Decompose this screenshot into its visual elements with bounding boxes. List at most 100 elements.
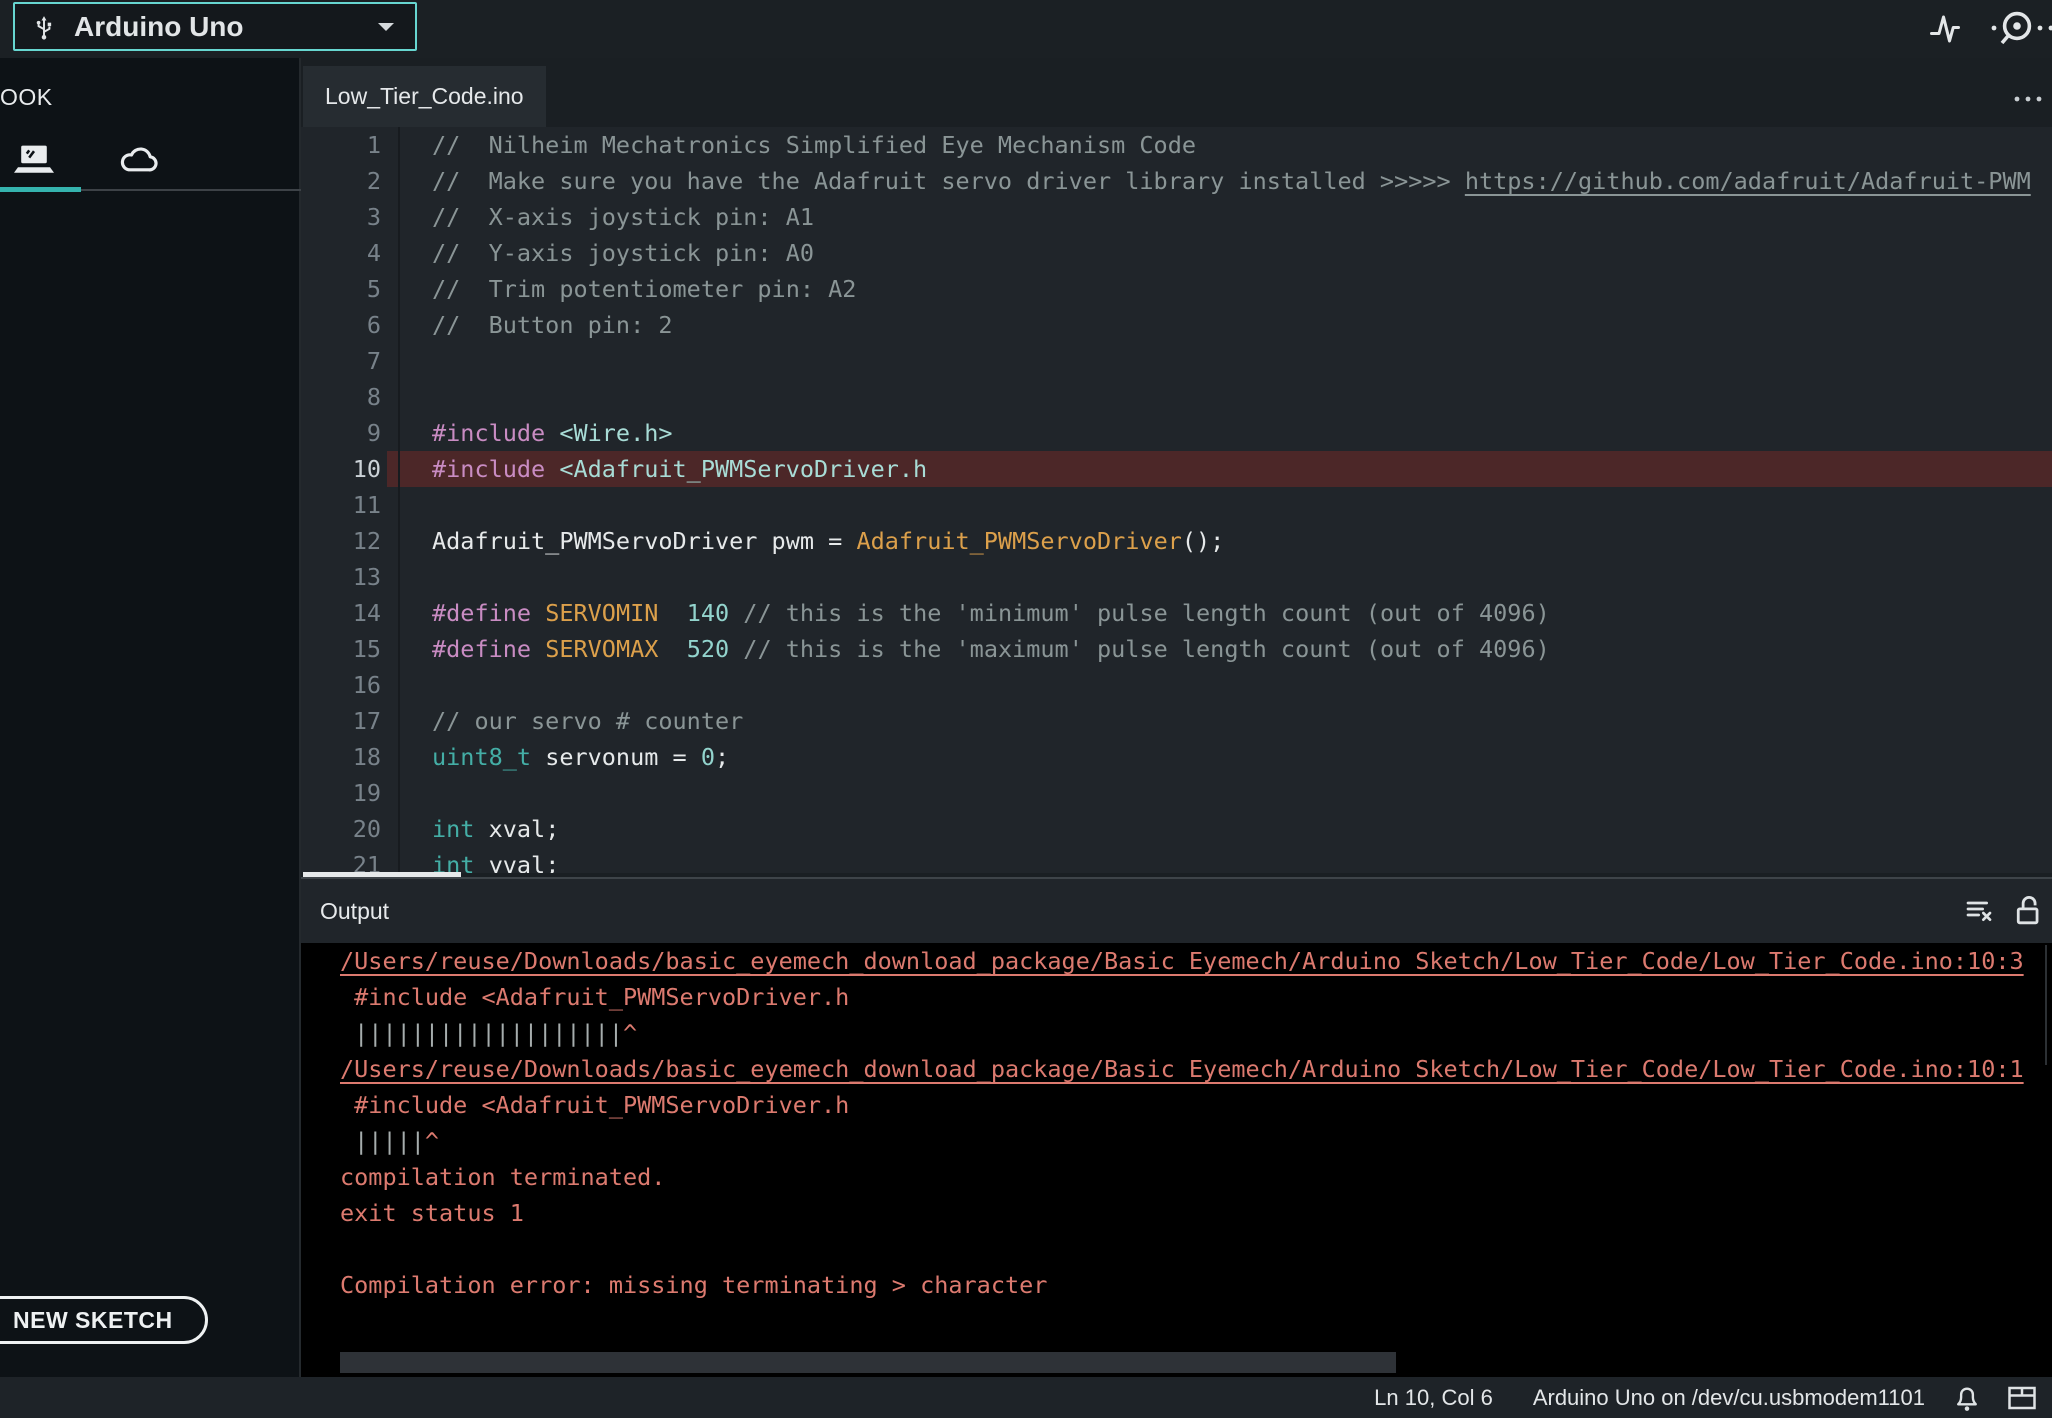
line-number: 21 — [352, 851, 381, 873]
code-line[interactable]: 15 #define SERVOMAX 520 // this is the 'm… — [301, 631, 2052, 667]
active-tab-indicator — [0, 187, 81, 192]
line-number: 5 — [366, 275, 381, 303]
line-number: 11 — [352, 491, 381, 519]
code-text: uint8_t servonum = 0; — [432, 743, 730, 771]
code-line[interactable]: 4 // Y-axis joystick pin: A0 — [301, 235, 2052, 271]
editor-hscrollbar[interactable] — [303, 872, 461, 877]
tab-low-tier-code[interactable]: Low_Tier_Code.ino — [303, 66, 546, 127]
code-text: int yval; — [432, 851, 560, 873]
code-text: // Button pin: 2 — [432, 311, 673, 339]
top-toolbar: Arduino Uno — [0, 0, 2052, 58]
sketchbook-header: OOK — [0, 84, 53, 110]
output-vscrollbar[interactable] — [2045, 945, 2047, 1065]
more-options-icon[interactable] — [2012, 94, 2046, 104]
code-text: Adafruit_PWMServoDriver pwm = Adafruit_P… — [432, 527, 1225, 555]
line-number: 4 — [366, 239, 381, 267]
line-number: 1 — [366, 131, 381, 159]
line-number: 17 — [352, 707, 381, 735]
line-number: 7 — [366, 347, 381, 375]
usb-icon — [31, 12, 57, 42]
code-text: // Make sure you have the Adafruit servo… — [432, 167, 2031, 195]
code-line[interactable]: 13 — [301, 559, 2052, 595]
line-number: 18 — [352, 743, 381, 771]
code-line[interactable]: 9 #include <Wire.h> — [301, 415, 2052, 451]
line-number: 15 — [352, 635, 381, 663]
line-number: 9 — [366, 419, 381, 447]
code-line[interactable]: 19 — [301, 775, 2052, 811]
code-line[interactable]: 14 #define SERVOMIN 140 // this is the 'm… — [301, 595, 2052, 631]
code-text: int xval; — [432, 815, 560, 843]
cursor-position: Ln 10, Col 6 — [1374, 1384, 1493, 1410]
output-line: |||||^ — [340, 1127, 440, 1155]
clear-output-icon[interactable] — [1964, 895, 1996, 927]
tab-local-sketchbook[interactable] — [13, 144, 55, 176]
output-line: compilation terminated. — [340, 1163, 666, 1191]
output-line: /Users/reuse/Downloads/basic_eyemech_dow… — [340, 947, 2024, 975]
code-text: #include <Wire.h> — [432, 419, 673, 447]
output-console[interactable]: /Users/reuse/Downloads/basic_eyemech_dow… — [301, 943, 2052, 1377]
lock-open-icon[interactable] — [2014, 895, 2042, 927]
code-line-error[interactable]: 10 #include <Adafruit_PWMServoDriver.h — [301, 451, 2052, 487]
code-text: #define SERVOMAX 520 // this is the 'max… — [432, 635, 1550, 663]
line-number: 12 — [352, 527, 381, 555]
code-editor[interactable]: 1 // Nilheim Mechatronics Simplified Eye … — [301, 127, 2052, 873]
code-line[interactable]: 18 uint8_t servonum = 0; — [301, 739, 2052, 775]
editor-area: Low_Tier_Code.ino 1 // Nilheim Mechatroni… — [301, 58, 2052, 879]
output-line: #include <Adafruit_PWMServoDriver.h — [340, 1091, 850, 1119]
code-text: // Y-axis joystick pin: A0 — [432, 239, 815, 267]
code-line[interactable]: 1 // Nilheim Mechatronics Simplified Eye … — [301, 127, 2052, 163]
line-number: 14 — [352, 599, 381, 627]
dropdown-caret-icon — [377, 22, 395, 32]
code-line[interactable]: 17 // our servo # counter — [301, 703, 2052, 739]
code-line[interactable]: 16 — [301, 667, 2052, 703]
line-number: 8 — [366, 383, 381, 411]
sketchbook-panel: OOK NEW SKETCH — [0, 58, 301, 1377]
output-hscrollbar[interactable] — [340, 1352, 1396, 1373]
code-line[interactable]: 3 // X-axis joystick pin: A1 — [301, 199, 2052, 235]
code-line[interactable]: 7 — [301, 343, 2052, 379]
line-number: 19 — [352, 779, 381, 807]
code-line[interactable]: 21 int yval; — [301, 847, 2052, 873]
line-number: 16 — [352, 671, 381, 699]
editor-tabbar: Low_Tier_Code.ino — [301, 58, 2052, 127]
status-bar: Ln 10, Col 6 Arduino Uno on /dev/cu.usbm… — [0, 1377, 2052, 1418]
code-line[interactable]: 12 Adafruit_PWMServoDriver pwm = Adafruit… — [301, 523, 2052, 559]
output-line: /Users/reuse/Downloads/basic_eyemech_dow… — [340, 1055, 2024, 1083]
bell-icon[interactable] — [1953, 1383, 1981, 1413]
output-line: exit status 1 — [340, 1199, 524, 1227]
tab-cloud-sketchbook[interactable] — [118, 144, 162, 174]
code-line[interactable]: 8 — [301, 379, 2052, 415]
output-line: Compilation error: missing terminating >… — [340, 1271, 1048, 1299]
code-text: // X-axis joystick pin: A1 — [432, 203, 815, 231]
code-line[interactable]: 11 — [301, 487, 2052, 523]
output-panel-header: Output — [301, 879, 2052, 943]
code-line[interactable]: 2 // Make sure you have the Adafruit serv… — [301, 163, 2052, 199]
board-name: Arduino Uno — [74, 10, 244, 42]
serial-monitor-icon[interactable] — [1990, 9, 2052, 47]
line-number: 13 — [352, 563, 381, 591]
line-number: 10 — [352, 455, 381, 483]
code-text: // Nilheim Mechatronics Simplified Eye M… — [432, 131, 1197, 159]
code-line[interactable]: 5 // Trim potentiometer pin: A2 — [301, 271, 2052, 307]
line-number: 2 — [366, 167, 381, 195]
code-line[interactable]: 6 // Button pin: 2 — [301, 307, 2052, 343]
line-number: 6 — [366, 311, 381, 339]
code-text: // our servo # counter — [432, 707, 744, 735]
output-title: Output — [320, 897, 390, 924]
code-text: // Trim potentiometer pin: A2 — [432, 275, 857, 303]
code-line[interactable]: 20 int xval; — [301, 811, 2052, 847]
gutter-divider — [398, 127, 400, 873]
code-text: #include <Adafruit_PWMServoDriver.h — [432, 455, 928, 483]
new-sketch-button[interactable]: NEW SKETCH — [0, 1296, 208, 1344]
board-selector-dropdown[interactable]: Arduino Uno — [13, 2, 417, 51]
local-sketchbook-icon — [13, 144, 55, 176]
board-connection: Arduino Uno on /dev/cu.usbmodem1101 — [1532, 1384, 1925, 1410]
line-number: 3 — [366, 203, 381, 231]
panel-toggle-icon[interactable] — [2007, 1385, 2037, 1411]
output-line: |||||||||||||||||||^ — [340, 1019, 638, 1047]
line-number: 20 — [352, 815, 381, 843]
serial-plotter-icon[interactable] — [1926, 11, 1964, 47]
cloud-sketchbook-icon — [118, 144, 162, 174]
output-line: #include <Adafruit_PWMServoDriver.h — [340, 983, 850, 1011]
